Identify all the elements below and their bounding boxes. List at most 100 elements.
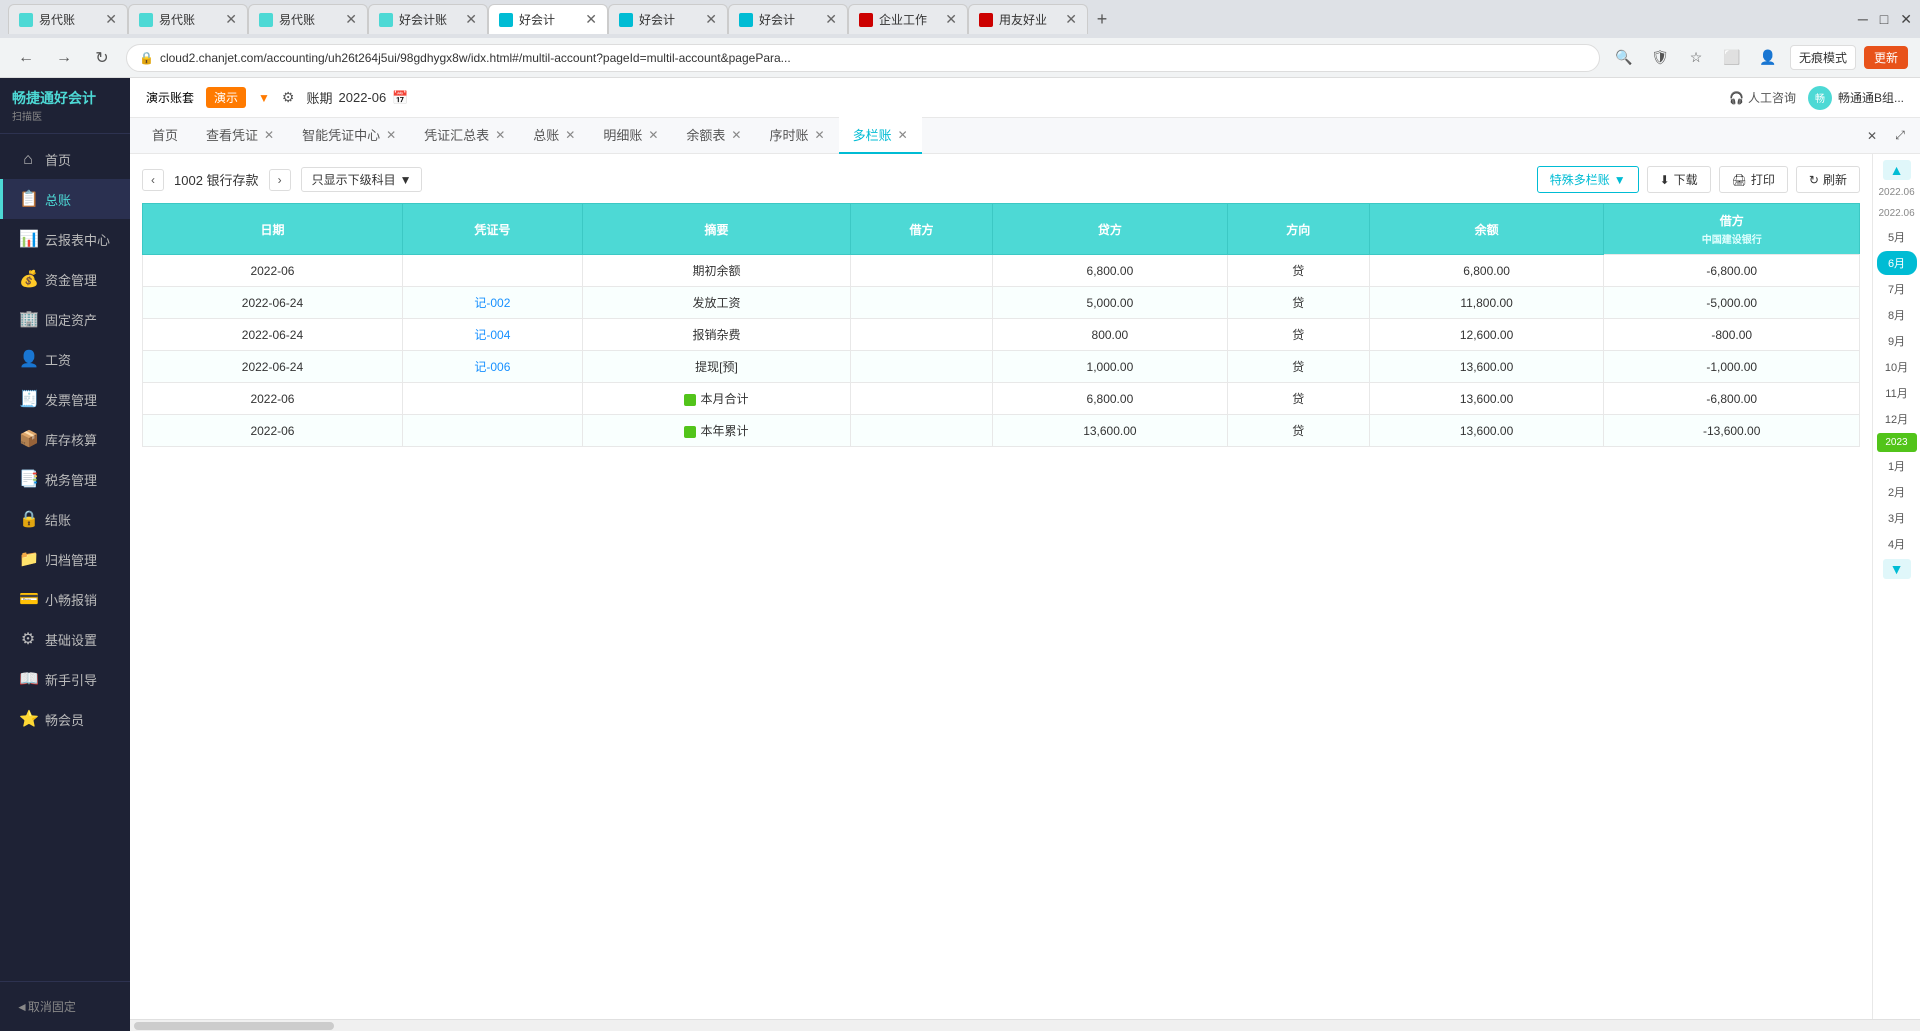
calendar-icon[interactable]: 📅	[392, 90, 408, 106]
shield-icon[interactable]: 🛡	[1646, 44, 1674, 72]
month-nav-11[interactable]: 11月	[1877, 381, 1917, 405]
wuhen-button[interactable]: 无痕模式	[1790, 45, 1856, 70]
demo-dropdown-icon[interactable]: ▼	[258, 91, 270, 105]
next-subject-button[interactable]: ›	[269, 169, 291, 191]
tab-home[interactable]: 首页	[138, 117, 192, 154]
fullscreen-button[interactable]: ⤢	[1888, 124, 1912, 148]
sidebar-item-settings[interactable]: ⚙ 基础设置	[0, 619, 130, 659]
tab-smart-close[interactable]: ✕	[386, 128, 396, 142]
month-nav-8[interactable]: 8月	[1877, 303, 1917, 327]
tab-5[interactable]: 好会计 ✕	[488, 4, 608, 34]
sidebar-item-ledger-label: 总账	[45, 190, 71, 209]
special-chevron-icon: ▼	[1614, 173, 1626, 187]
tab-journal[interactable]: 序时账 ✕	[755, 117, 838, 154]
tab-smart[interactable]: 智能凭证中心 ✕	[288, 117, 410, 154]
close-button[interactable]: ✕	[1900, 11, 1912, 28]
month-nav-6[interactable]: 6月	[1877, 251, 1917, 275]
url-bar[interactable]: 🔒 cloud2.chanjet.com/accounting/uh26t264…	[126, 44, 1600, 72]
sidebar-item-inventory[interactable]: 📦 库存核算	[0, 419, 130, 459]
month-nav-10[interactable]: 10月	[1877, 355, 1917, 379]
tab-7[interactable]: 好会计 ✕	[728, 4, 848, 34]
tab-balance-close[interactable]: ✕	[731, 128, 741, 142]
tab-voucher-close[interactable]: ✕	[264, 128, 274, 142]
tab-1-close[interactable]: ✕	[105, 11, 117, 28]
month-nav-5[interactable]: 5月	[1877, 225, 1917, 249]
download-button[interactable]: ⬇ 下载	[1647, 166, 1711, 193]
sidebar-item-archive[interactable]: 📁 归档管理	[0, 539, 130, 579]
print-button[interactable]: 🖨 打印	[1719, 166, 1788, 193]
tab-general[interactable]: 总账 ✕	[519, 117, 589, 154]
tab-4[interactable]: 好会计账 ✕	[368, 4, 488, 34]
scroll-thumb[interactable]	[134, 1022, 334, 1030]
tab-7-close[interactable]: ✕	[825, 11, 837, 28]
tab-3[interactable]: 易代账 ✕	[248, 4, 368, 34]
search-icon[interactable]: 🔍	[1610, 44, 1638, 72]
tab-5-close[interactable]: ✕	[585, 11, 597, 28]
tab-8-close[interactable]: ✕	[945, 11, 957, 28]
tab-voucher[interactable]: 查看凭证 ✕	[192, 117, 288, 154]
month-nav-9[interactable]: 9月	[1877, 329, 1917, 353]
month-nav-2023-1[interactable]: 1月	[1877, 454, 1917, 478]
horizontal-scrollbar[interactable]	[130, 1019, 1920, 1031]
tab-9[interactable]: 用友好业 ✕	[968, 4, 1088, 34]
prev-subject-button[interactable]: ‹	[142, 169, 164, 191]
new-tab-button[interactable]: +	[1088, 5, 1116, 33]
sidebar-item-fund[interactable]: 💰 资金管理	[0, 259, 130, 299]
settings-gear-icon[interactable]: ⚙	[282, 89, 295, 106]
reload-button[interactable]: ↻	[88, 44, 116, 72]
tab-4-close[interactable]: ✕	[465, 11, 477, 28]
tab-multi[interactable]: 多栏账 ✕	[839, 117, 922, 154]
special-multi-button[interactable]: 特殊多栏账 ▼	[1537, 166, 1639, 193]
sidebar-item-member[interactable]: ⭐ 畅会员	[0, 699, 130, 739]
extensions-icon[interactable]: ⬜	[1718, 44, 1746, 72]
back-button[interactable]: ←	[12, 44, 40, 72]
update-button[interactable]: 更新	[1864, 46, 1908, 69]
voucher-link[interactable]: 记-002	[474, 296, 510, 310]
tab-9-close[interactable]: ✕	[1065, 11, 1077, 28]
tab-6[interactable]: 好会计 ✕	[608, 4, 728, 34]
tab-detail[interactable]: 明细账 ✕	[589, 117, 672, 154]
close-tab-button[interactable]: ✕	[1860, 124, 1884, 148]
forward-button[interactable]: →	[50, 44, 78, 72]
maximize-button[interactable]: □	[1880, 11, 1888, 27]
sidebar-item-ledger[interactable]: 📋 总账	[0, 179, 130, 219]
sidebar-item-close[interactable]: 🔒 结账	[0, 499, 130, 539]
month-scroll-down[interactable]: ▼	[1883, 559, 1911, 579]
sidebar-item-report[interactable]: 📊 云报表中心	[0, 219, 130, 259]
unpin-button[interactable]: ◄取消固定	[0, 990, 130, 1023]
tab-3-close[interactable]: ✕	[345, 11, 357, 28]
tab-multi-close[interactable]: ✕	[898, 128, 908, 142]
star-icon[interactable]: ☆	[1682, 44, 1710, 72]
customer-service-button[interactable]: 🎧 人工咨询	[1729, 89, 1796, 106]
sub-filter-dropdown[interactable]: 只显示下级科目 ▼	[301, 167, 423, 192]
month-nav-12[interactable]: 12月	[1877, 407, 1917, 431]
sidebar-item-assets[interactable]: 🏢 固定资产	[0, 299, 130, 339]
user-profile-icon[interactable]: 👤	[1754, 44, 1782, 72]
sidebar-item-salary[interactable]: 👤 工资	[0, 339, 130, 379]
tab-summary-close[interactable]: ✕	[495, 128, 505, 142]
tab-balance[interactable]: 余额表 ✕	[672, 117, 755, 154]
minimize-button[interactable]: ─	[1858, 11, 1868, 27]
tab-2[interactable]: 易代账 ✕	[128, 4, 248, 34]
sidebar-item-expense[interactable]: 💳 小畅报销	[0, 579, 130, 619]
tab-8[interactable]: 企业工作 ✕	[848, 4, 968, 34]
tab-6-close[interactable]: ✕	[705, 11, 717, 28]
tab-journal-close[interactable]: ✕	[815, 128, 825, 142]
month-scroll-up[interactable]: ▲	[1883, 160, 1911, 180]
refresh-button[interactable]: ↻ 刷新	[1796, 166, 1860, 193]
voucher-link[interactable]: 记-006	[474, 360, 510, 374]
sidebar-item-tax[interactable]: 📑 税务管理	[0, 459, 130, 499]
month-nav-7[interactable]: 7月	[1877, 277, 1917, 301]
voucher-link[interactable]: 记-004	[474, 328, 510, 342]
tab-summary[interactable]: 凭证汇总表 ✕	[410, 117, 519, 154]
month-nav-2023-4[interactable]: 4月	[1877, 532, 1917, 556]
sidebar-item-invoice[interactable]: 🧾 发票管理	[0, 379, 130, 419]
tab-detail-close[interactable]: ✕	[648, 128, 658, 142]
tab-general-close[interactable]: ✕	[565, 128, 575, 142]
sidebar-item-guide[interactable]: 📖 新手引导	[0, 659, 130, 699]
month-nav-2023-3[interactable]: 3月	[1877, 506, 1917, 530]
month-nav-2023-2[interactable]: 2月	[1877, 480, 1917, 504]
tab-2-close[interactable]: ✕	[225, 11, 237, 28]
tab-1[interactable]: 易代账 ✕	[8, 4, 128, 34]
sidebar-item-home[interactable]: ⌂ 首页	[0, 140, 130, 179]
